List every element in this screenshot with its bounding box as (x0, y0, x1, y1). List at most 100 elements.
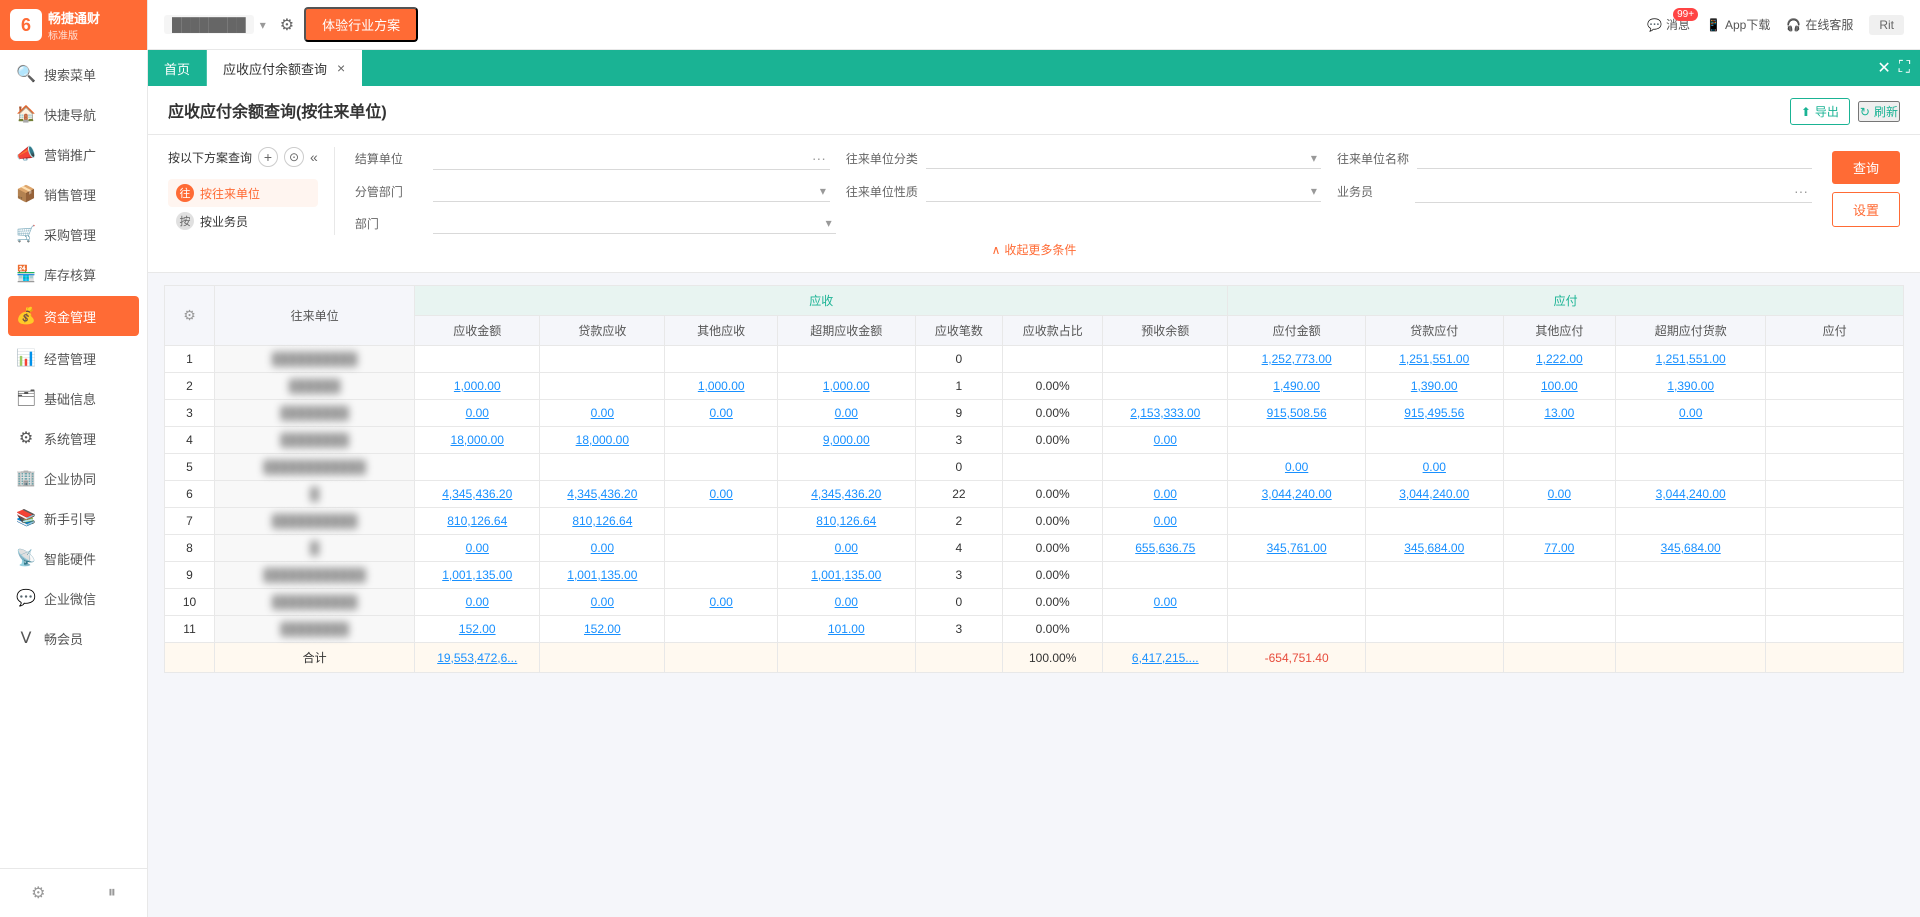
sidebar-item-hardware[interactable]: 📡 智能硬件 (0, 538, 147, 578)
table-cell[interactable]: 1,000.00 (415, 373, 540, 400)
query-button[interactable]: 查询 (1832, 151, 1900, 184)
table-cell[interactable]: 0.00 (1228, 454, 1366, 481)
settings-col-header[interactable]: ⚙ (165, 286, 215, 346)
service-button[interactable]: 🎧 在线客服 (1786, 16, 1853, 33)
table-cell[interactable]: 13.00 (1503, 400, 1616, 427)
company-selector[interactable]: ████████ ▾ (164, 15, 266, 34)
table-cell[interactable]: 1,390.00 (1365, 373, 1503, 400)
table-cell[interactable]: 100.00 (1503, 373, 1616, 400)
department-field[interactable] (437, 216, 826, 230)
unit-nature-field[interactable] (930, 184, 1311, 198)
table-cell[interactable]: 0.00 (415, 535, 540, 562)
table-cell[interactable]: 0.00 (665, 400, 778, 427)
message-button[interactable]: 💬 消息 99+ (1647, 16, 1690, 33)
filter-collapse-left-icon[interactable]: « (310, 149, 318, 165)
export-button[interactable]: ⬆ 导出 (1790, 98, 1850, 125)
table-cell[interactable]: 0.00 (1503, 481, 1616, 508)
settlement-unit-input[interactable]: ··· (433, 147, 830, 170)
table-cell[interactable]: 101.00 (777, 616, 915, 643)
gear-icon[interactable]: ⚙ (280, 15, 294, 35)
table-settings-icon[interactable]: ⚙ (183, 307, 196, 323)
settlement-unit-field[interactable] (437, 151, 812, 165)
chevron-down-icon[interactable]: ▾ (260, 18, 266, 32)
sidebar-item-basic[interactable]: 🗂 基础信息 (0, 378, 147, 418)
sidebar-item-purchase[interactable]: 🛒 采购管理 (0, 214, 147, 254)
table-cell[interactable]: 0.00 (540, 589, 665, 616)
table-cell[interactable]: 77.00 (1503, 535, 1616, 562)
settings-bottom-icon[interactable]: ⚙ (25, 877, 51, 909)
table-cell[interactable]: 915,508.56 (1228, 400, 1366, 427)
promotion-button[interactable]: 体验行业方案 (304, 7, 418, 42)
table-cell[interactable]: 2,153,333.00 (1103, 400, 1228, 427)
unit-name-field[interactable] (1421, 151, 1808, 165)
table-cell[interactable]: 1,251,551.00 (1616, 346, 1766, 373)
sidebar-item-member[interactable]: Ⅴ 畅会员 (0, 618, 147, 658)
table-cell[interactable]: 1,001,135.00 (415, 562, 540, 589)
salesperson-input[interactable]: ··· (1415, 180, 1812, 203)
salesperson-field[interactable] (1419, 184, 1794, 198)
table-cell[interactable]: 1,001,135.00 (777, 562, 915, 589)
tab-query[interactable]: 应收应付余额查询 × (207, 50, 362, 86)
sidebar-item-capital[interactable]: 💰 资金管理 (8, 296, 139, 336)
sidebar-item-operation[interactable]: 📊 经营管理 (0, 338, 147, 378)
table-cell[interactable]: 3,044,240.00 (1365, 481, 1503, 508)
table-cell[interactable]: 0.00 (665, 481, 778, 508)
table-cell[interactable]: 345,684.00 (1365, 535, 1503, 562)
table-cell[interactable]: 1,222.00 (1503, 346, 1616, 373)
sidebar-item-marketing[interactable]: 📣 营销推广 (0, 134, 147, 174)
department-select[interactable]: ▾ (433, 213, 836, 234)
table-cell[interactable]: 0.00 (1103, 508, 1228, 535)
table-cell[interactable]: 1,252,773.00 (1228, 346, 1366, 373)
table-cell[interactable]: 0.00 (777, 535, 915, 562)
collapse-sidebar-icon[interactable]: ⏸ (102, 878, 122, 908)
table-cell[interactable]: 655,636.75 (1103, 535, 1228, 562)
table-cell[interactable]: 4,345,436.20 (415, 481, 540, 508)
unit-category-field[interactable] (930, 151, 1311, 165)
table-cell[interactable]: 3,044,240.00 (1616, 481, 1766, 508)
sidebar-item-sales[interactable]: 📦 销售管理 (0, 174, 147, 214)
sidebar-item-corp[interactable]: 🏢 企业协同 (0, 458, 147, 498)
table-cell[interactable]: 1,490.00 (1228, 373, 1366, 400)
filter-by-staff[interactable]: 按 按业务员 (168, 207, 318, 235)
table-cell[interactable]: 0.00 (777, 400, 915, 427)
table-cell[interactable]: 0.00 (1365, 454, 1503, 481)
table-cell[interactable]: 0.00 (1103, 589, 1228, 616)
unit-category-select[interactable]: ▾ (926, 148, 1321, 169)
dept-field[interactable] (437, 184, 820, 198)
sidebar-item-inventory[interactable]: 🏪 库存核算 (0, 254, 147, 294)
app-download-button[interactable]: 📱 App下载 (1706, 16, 1770, 33)
table-cell[interactable]: 0.00 (1103, 481, 1228, 508)
sidebar-item-search[interactable]: 🔍 搜索菜单 (0, 54, 147, 94)
table-cell[interactable]: 1,000.00 (777, 373, 915, 400)
table-area[interactable]: ⚙ 往来单位 应收 应付 应收金额 贷款应收 其他应收 超期应收金额 应收笔数 … (148, 273, 1920, 917)
table-cell[interactable]: 0.00 (665, 589, 778, 616)
table-cell[interactable]: 18,000.00 (415, 427, 540, 454)
table-cell[interactable]: 345,761.00 (1228, 535, 1366, 562)
user-avatar[interactable]: Rit (1869, 15, 1904, 35)
table-cell[interactable]: 0.00 (1616, 400, 1766, 427)
total-prepaid[interactable]: 6,417,215.... (1103, 643, 1228, 673)
sidebar-item-wechat[interactable]: 💬 企业微信 (0, 578, 147, 618)
table-cell[interactable]: 0.00 (540, 535, 665, 562)
table-cell[interactable]: 915,495.56 (1365, 400, 1503, 427)
table-cell[interactable]: 18,000.00 (540, 427, 665, 454)
tab-close-icon[interactable]: × (337, 60, 345, 76)
table-cell[interactable]: 1,251,551.00 (1365, 346, 1503, 373)
table-cell[interactable]: 0.00 (415, 400, 540, 427)
filter-by-unit[interactable]: 往 按往来单位 (168, 179, 318, 207)
table-cell[interactable]: 810,126.64 (415, 508, 540, 535)
table-cell[interactable]: 810,126.64 (540, 508, 665, 535)
tab-home[interactable]: 首页 (148, 50, 207, 86)
table-cell[interactable]: 0.00 (415, 589, 540, 616)
table-cell[interactable]: 1,000.00 (665, 373, 778, 400)
table-cell[interactable]: 1,390.00 (1616, 373, 1766, 400)
collapse-more-button[interactable]: ∧ 收起更多条件 (168, 235, 1900, 264)
maximize-button[interactable]: ⛶ (1899, 59, 1910, 77)
table-cell[interactable]: 0.00 (540, 400, 665, 427)
close-window-button[interactable]: ✕ (1877, 58, 1890, 78)
sidebar-item-guide[interactable]: 📚 新手引导 (0, 498, 147, 538)
table-cell[interactable]: 345,684.00 (1616, 535, 1766, 562)
table-cell[interactable]: 9,000.00 (777, 427, 915, 454)
total-ar-amount[interactable]: 19,553,472,6... (415, 643, 540, 673)
table-cell[interactable]: 3,044,240.00 (1228, 481, 1366, 508)
